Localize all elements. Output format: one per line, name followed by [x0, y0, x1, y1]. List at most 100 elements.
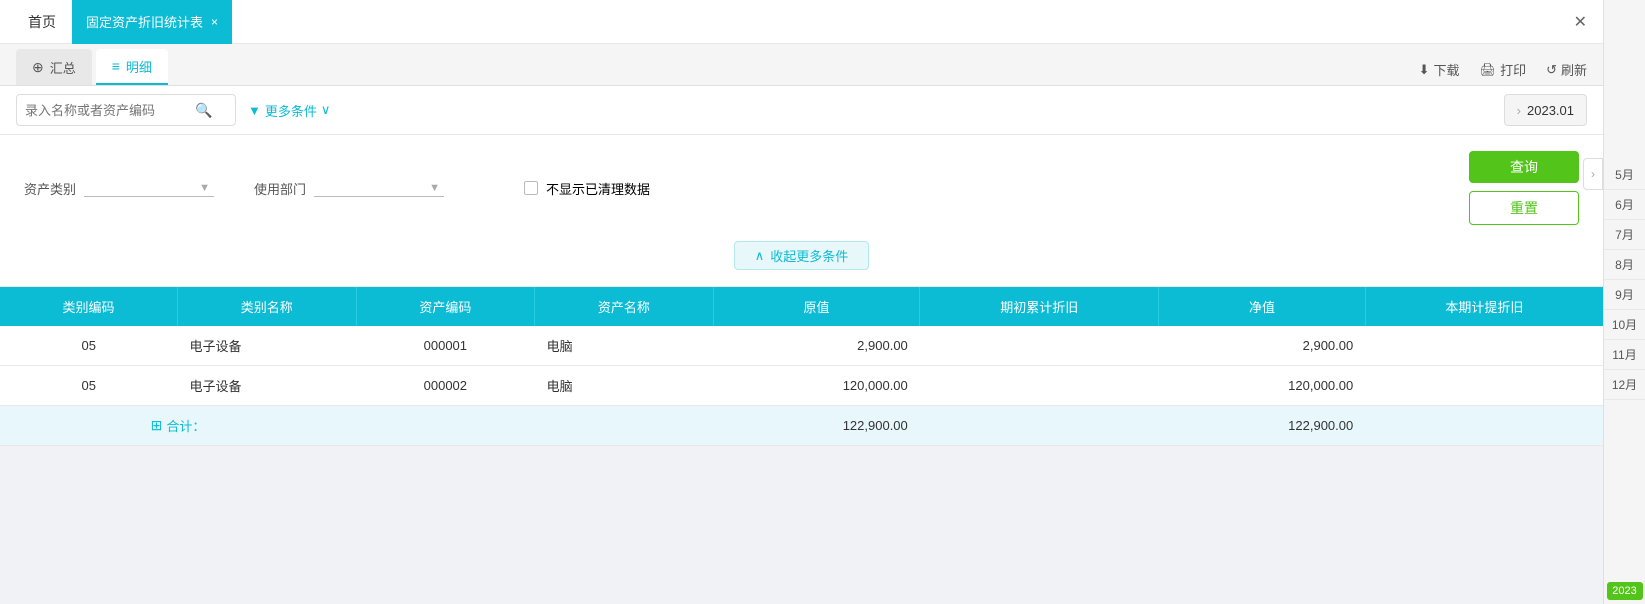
more-conditions-button[interactable]: ▼ 更多条件 ∨ — [248, 101, 330, 120]
row2-accumulated-depreciation — [920, 366, 1159, 406]
search-wrap[interactable]: 🔍 — [16, 94, 236, 126]
col-original-value: 原值 — [713, 287, 920, 326]
query-button[interactable]: 查询 — [1469, 151, 1579, 183]
table-header-row: 类别编码 类别名称 资产编码 资产名称 原值 期初累计折旧 净值 本期计提折旧 — [0, 287, 1603, 326]
print-icon: 🖨 — [1480, 62, 1497, 78]
expand-panel-button[interactable]: › — [1583, 158, 1603, 190]
month-10[interactable]: 10月 — [1604, 310, 1645, 340]
hide-cleared-label: 不显示已清理数据 — [546, 179, 650, 198]
year-badge[interactable]: 2023 — [1607, 582, 1643, 600]
right-panel: 5月 6月 7月 8月 9月 10月 11月 12月 2023 — [1603, 0, 1645, 604]
tab-close-icon[interactable]: × — [211, 15, 218, 29]
filter-fields: 资产类别 ▼ 使用部门 ▼ 不显示已清理数据 — [24, 151, 1579, 225]
date-badge: › 2023.01 — [1504, 94, 1587, 126]
summary-icon: ⊕ — [32, 59, 44, 76]
total-asset-name — [535, 406, 714, 446]
tabs-right: ⬇ 下载 🖨 打印 ↺ 刷新 — [1419, 60, 1587, 85]
row1-category-name: 电子设备 — [177, 326, 356, 366]
department-label: 使用部门 — [254, 179, 306, 198]
filter-row: 🔍 ▼ 更多条件 ∨ › 2023.01 — [0, 86, 1603, 135]
search-input[interactable] — [25, 103, 195, 118]
total-row: ⊞ 合计： 122,900.00 122,900.00 — [0, 406, 1603, 446]
refresh-icon: ↺ — [1546, 62, 1557, 78]
department-select[interactable]: ▼ — [314, 180, 444, 197]
row2-original-value: 120,000.00 — [713, 366, 920, 406]
month-7[interactable]: 7月 — [1604, 220, 1645, 250]
tab-detail[interactable]: ≡ 明细 — [96, 49, 168, 85]
col-current-depreciation: 本期计提折旧 — [1365, 287, 1603, 326]
total-asset-code — [356, 406, 535, 446]
search-icon: 🔍 — [195, 102, 212, 119]
active-tab[interactable]: 固定资产折旧统计表 × — [72, 0, 232, 44]
hide-cleared-checkbox[interactable] — [524, 181, 538, 195]
collapse-icon: ∧ — [755, 248, 765, 264]
asset-category-label: 资产类别 — [24, 179, 76, 198]
tab-summary-label: 汇总 — [50, 58, 76, 77]
col-accumulated-depreciation: 期初累计折旧 — [920, 287, 1159, 326]
month-9[interactable]: 9月 — [1604, 280, 1645, 310]
total-icon-cell: ⊞ 合计： — [0, 406, 356, 446]
asset-category-arrow-icon: ▼ — [199, 182, 210, 194]
month-5[interactable]: 5月 — [1604, 160, 1645, 190]
asset-category-field: 资产类别 ▼ — [24, 179, 214, 198]
refresh-label: 刷新 — [1561, 60, 1587, 79]
advanced-filter: 资产类别 ▼ 使用部门 ▼ 不显示已清理数据 — [0, 135, 1603, 287]
row1-original-value: 2,900.00 — [713, 326, 920, 366]
total-original-value: 122,900.00 — [713, 406, 920, 446]
table-row: 05 电子设备 000002 电脑 120,000.00 120,000.00 — [0, 366, 1603, 406]
filter-icon: ▼ — [248, 103, 261, 118]
collapse-label: 收起更多条件 — [770, 246, 848, 265]
total-label-text: 合计： — [166, 416, 205, 435]
month-6[interactable]: 6月 — [1604, 190, 1645, 220]
row2-asset-name: 电脑 — [535, 366, 714, 406]
chevron-down-icon: ∨ — [321, 102, 331, 118]
home-nav[interactable]: 首页 — [16, 12, 68, 32]
total-accumulated-depreciation — [920, 406, 1159, 446]
window-close-button[interactable]: ✕ — [1574, 12, 1587, 32]
reset-button[interactable]: 重置 — [1469, 191, 1579, 225]
download-button[interactable]: ⬇ 下载 — [1419, 60, 1460, 79]
total-current-depreciation — [1365, 406, 1603, 446]
tab-summary[interactable]: ⊕ 汇总 — [16, 49, 92, 85]
col-net-value: 净值 — [1159, 287, 1366, 326]
refresh-button[interactable]: ↺ 刷新 — [1546, 60, 1587, 79]
col-category-code: 类别编码 — [0, 287, 177, 326]
row2-net-value: 120,000.00 — [1159, 366, 1366, 406]
month-12[interactable]: 12月 — [1604, 370, 1645, 400]
asset-category-select[interactable]: ▼ — [84, 180, 214, 197]
row1-asset-code: 000001 — [356, 326, 535, 366]
row2-category-name: 电子设备 — [177, 366, 356, 406]
total-net-value: 122,900.00 — [1159, 406, 1366, 446]
row2-category-code: 05 — [0, 366, 177, 406]
col-asset-code: 资产编码 — [356, 287, 535, 326]
department-field: 使用部门 ▼ — [254, 179, 444, 198]
month-8[interactable]: 8月 — [1604, 250, 1645, 280]
more-conditions-label: 更多条件 — [265, 101, 317, 120]
filter-actions: 查询 重置 — [1469, 151, 1579, 225]
collapse-row: ∧ 收起更多条件 — [24, 237, 1579, 278]
tabs-row: ⊕ 汇总 ≡ 明细 ⬇ 下载 🖨 打印 ↺ 刷 — [0, 44, 1603, 86]
download-label: 下载 — [1434, 60, 1460, 79]
hide-cleared-field: 不显示已清理数据 — [524, 179, 650, 198]
arrow-left-icon[interactable]: › — [1517, 103, 1521, 118]
print-label: 打印 — [1500, 60, 1526, 79]
total-icon: ⊞ — [151, 417, 163, 434]
top-nav: 首页 固定资产折旧统计表 × ✕ — [0, 0, 1603, 44]
data-table: 类别编码 类别名称 资产编码 资产名称 原值 期初累计折旧 净值 本期计提折旧 … — [0, 287, 1603, 446]
department-arrow-icon: ▼ — [429, 182, 440, 194]
detail-icon: ≡ — [112, 58, 120, 74]
date-label: 2023.01 — [1527, 103, 1574, 118]
row1-asset-name: 电脑 — [535, 326, 714, 366]
month-11[interactable]: 11月 — [1604, 340, 1645, 370]
collapse-button[interactable]: ∧ 收起更多条件 — [734, 241, 870, 270]
col-asset-name: 资产名称 — [535, 287, 714, 326]
print-button[interactable]: 🖨 打印 — [1480, 60, 1527, 79]
col-category-name: 类别名称 — [177, 287, 356, 326]
row1-accumulated-depreciation — [920, 326, 1159, 366]
row2-asset-code: 000002 — [356, 366, 535, 406]
row1-net-value: 2,900.00 — [1159, 326, 1366, 366]
row2-current-depreciation — [1365, 366, 1603, 406]
table-wrap: 类别编码 类别名称 资产编码 资产名称 原值 期初累计折旧 净值 本期计提折旧 … — [0, 287, 1603, 446]
download-icon: ⬇ — [1419, 62, 1430, 78]
row1-current-depreciation — [1365, 326, 1603, 366]
